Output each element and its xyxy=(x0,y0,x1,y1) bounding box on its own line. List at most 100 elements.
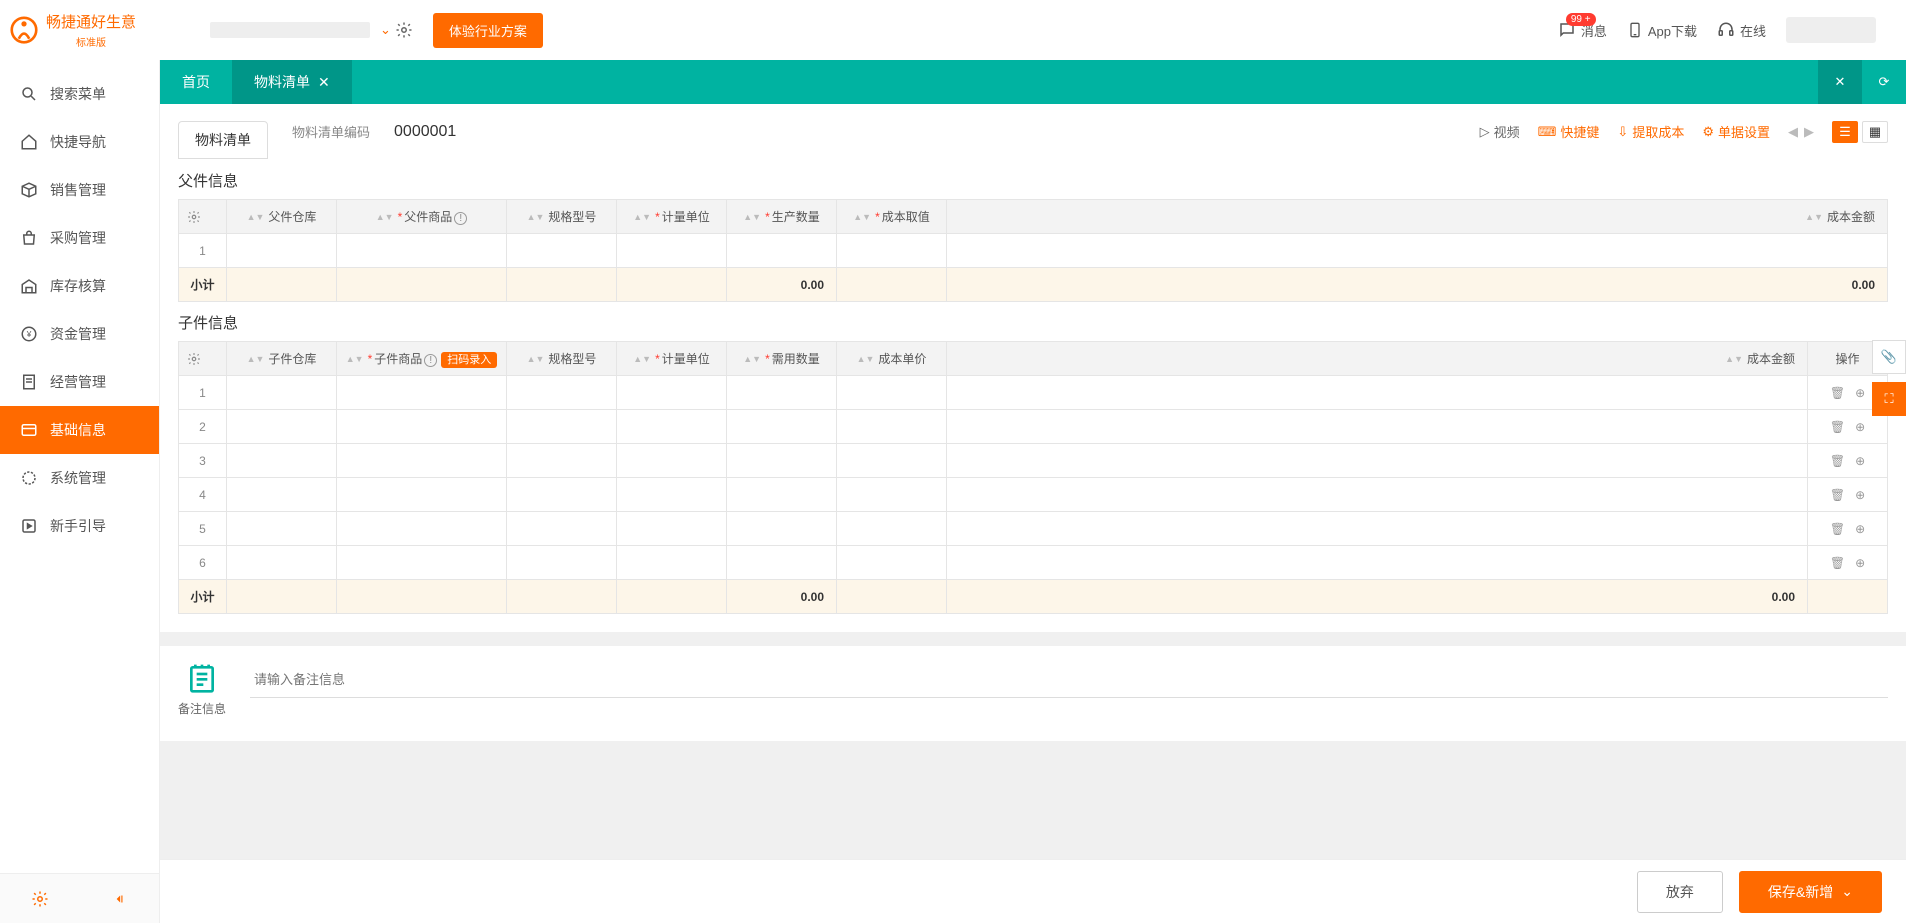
action-bar: 放弃 保存&新增⌄ xyxy=(160,859,1906,923)
table-row[interactable]: 5🗑⊕ xyxy=(179,512,1888,546)
tab-0[interactable]: 首页 xyxy=(160,60,232,104)
discard-button[interactable]: 放弃 xyxy=(1637,871,1723,913)
info-icon[interactable]: ! xyxy=(424,354,437,367)
extract-icon: ⇩ xyxy=(1617,124,1628,140)
sidebar-item-label: 系统管理 xyxy=(50,468,106,488)
sidebar-item-label: 销售管理 xyxy=(50,180,106,200)
keyboard-icon: ⌨ xyxy=(1538,124,1557,140)
delete-row-icon[interactable]: 🗑 xyxy=(1830,454,1845,468)
online-label: 在线 xyxy=(1740,21,1766,40)
app-download-label: App下载 xyxy=(1648,21,1697,40)
child-subtotal-amount: 0.00 xyxy=(947,580,1808,614)
video-help-button[interactable]: ▷视频 xyxy=(1480,122,1520,141)
extract-cost-button[interactable]: ⇩提取成本 xyxy=(1617,122,1684,141)
col-parent-product[interactable]: ▲▼*父件商品! xyxy=(337,200,507,234)
sidebar-settings-icon[interactable] xyxy=(31,890,49,908)
shortcut-button[interactable]: ⌨快捷键 xyxy=(1538,122,1600,141)
table-row[interactable]: 4🗑⊕ xyxy=(179,478,1888,512)
delete-row-icon[interactable]: 🗑 xyxy=(1830,556,1845,570)
sidebar-item-1[interactable]: 快捷导航 xyxy=(0,118,159,166)
col-child-qty[interactable]: ▲▼*需用数量 xyxy=(727,342,837,376)
notes-icon xyxy=(186,662,218,694)
gear-dashed-icon xyxy=(20,469,38,487)
doc-code-label: 物料清单编码 xyxy=(292,122,370,141)
org-selector[interactable]: ⌄ xyxy=(210,22,391,38)
prev-record-icon[interactable]: ◀ xyxy=(1788,124,1798,140)
online-support-button[interactable]: 在线 xyxy=(1717,21,1766,40)
delete-row-icon[interactable]: 🗑 xyxy=(1830,420,1845,434)
scan-input-tag[interactable]: 扫码录入 xyxy=(441,352,497,368)
sidebar-item-0[interactable]: 搜索菜单 xyxy=(0,70,159,118)
table-row[interactable]: 1 xyxy=(179,234,1888,268)
warehouse-icon xyxy=(20,277,38,295)
tab-1[interactable]: 物料清单✕ xyxy=(232,60,352,104)
refresh-tab-icon[interactable]: ⟳ xyxy=(1862,60,1906,104)
save-new-button[interactable]: 保存&新增⌄ xyxy=(1739,871,1882,913)
page-tab[interactable]: 物料清单 xyxy=(178,121,268,159)
sidebar-item-9[interactable]: 新手引导 xyxy=(0,502,159,550)
messages-button[interactable]: 99 + 消息 xyxy=(1558,21,1607,40)
col-gear[interactable] xyxy=(179,342,227,376)
sidebar-collapse-icon[interactable] xyxy=(110,892,128,906)
next-record-icon[interactable]: ▶ xyxy=(1804,124,1814,140)
col-parent-warehouse[interactable]: ▲▼父件仓库 xyxy=(227,200,337,234)
add-row-icon[interactable]: ⊕ xyxy=(1855,556,1865,570)
promo-button[interactable]: 体验行业方案 xyxy=(433,13,543,48)
sidebar-item-4[interactable]: 库存核算 xyxy=(0,262,159,310)
table-row[interactable]: 1🗑⊕ xyxy=(179,376,1888,410)
bag-icon xyxy=(20,229,38,247)
col-child-unit-cost[interactable]: ▲▼成本单价 xyxy=(837,342,947,376)
table-row[interactable]: 3🗑⊕ xyxy=(179,444,1888,478)
child-table: ▲▼子件仓库 ▲▼*子件商品!扫码录入 ▲▼规格型号 ▲▼*计量单位 ▲▼*需用… xyxy=(178,341,1888,614)
view-list-icon[interactable]: ☰ xyxy=(1832,121,1858,143)
money-icon: ¥ xyxy=(20,325,38,343)
col-child-warehouse[interactable]: ▲▼子件仓库 xyxy=(227,342,337,376)
col-parent-cost-amount[interactable]: ▲▼成本金额 xyxy=(947,200,1888,234)
delete-row-icon[interactable]: 🗑 xyxy=(1830,386,1845,400)
sidebar-item-6[interactable]: 经营管理 xyxy=(0,358,159,406)
col-child-unit[interactable]: ▲▼*计量单位 xyxy=(617,342,727,376)
attachment-icon[interactable]: 📎 xyxy=(1872,340,1906,374)
col-parent-qty[interactable]: ▲▼*生产数量 xyxy=(727,200,837,234)
sidebar-item-3[interactable]: 采购管理 xyxy=(0,214,159,262)
add-row-icon[interactable]: ⊕ xyxy=(1855,420,1865,434)
gear-icon: ⚙ xyxy=(1702,124,1714,140)
delete-row-icon[interactable]: 🗑 xyxy=(1830,488,1845,502)
sidebar-item-label: 新手引导 xyxy=(50,516,106,536)
col-parent-cost-fetch[interactable]: ▲▼*成本取值 xyxy=(837,200,947,234)
col-child-product[interactable]: ▲▼*子件商品!扫码录入 xyxy=(337,342,507,376)
sidebar-item-8[interactable]: 系统管理 xyxy=(0,454,159,502)
sidebar-item-2[interactable]: 销售管理 xyxy=(0,166,159,214)
col-parent-spec[interactable]: ▲▼规格型号 xyxy=(507,200,617,234)
expand-icon[interactable]: ⛶ xyxy=(1872,382,1906,416)
table-row[interactable]: 6🗑⊕ xyxy=(179,546,1888,580)
sidebar-item-5[interactable]: ¥ 资金管理 xyxy=(0,310,159,358)
doc-settings-button[interactable]: ⚙单据设置 xyxy=(1702,122,1770,141)
app-download-button[interactable]: App下载 xyxy=(1627,21,1697,40)
card-icon xyxy=(20,421,38,439)
sidebar-item-label: 资金管理 xyxy=(50,324,106,344)
close-all-tabs-icon[interactable]: ✕ xyxy=(1818,60,1862,104)
close-icon[interactable]: ✕ xyxy=(318,74,330,91)
col-child-spec[interactable]: ▲▼规格型号 xyxy=(507,342,617,376)
sidebar-item-7[interactable]: 基础信息 xyxy=(0,406,159,454)
delete-row-icon[interactable]: 🗑 xyxy=(1830,522,1845,536)
info-icon[interactable]: ! xyxy=(454,212,467,225)
add-row-icon[interactable]: ⊕ xyxy=(1855,454,1865,468)
brand-edition: 标准版 xyxy=(76,34,106,49)
remarks-input[interactable] xyxy=(250,662,1888,698)
add-row-icon[interactable]: ⊕ xyxy=(1855,386,1865,400)
box-icon xyxy=(20,181,38,199)
org-settings-icon[interactable] xyxy=(391,17,417,43)
view-grid-icon[interactable]: ▦ xyxy=(1862,121,1888,143)
sidebar-item-label: 经营管理 xyxy=(50,372,106,392)
add-row-icon[interactable]: ⊕ xyxy=(1855,522,1865,536)
add-row-icon[interactable]: ⊕ xyxy=(1855,488,1865,502)
sidebar-item-label: 搜索菜单 xyxy=(50,84,106,104)
col-child-cost-amount[interactable]: ▲▼成本金额 xyxy=(947,342,1808,376)
col-parent-unit[interactable]: ▲▼*计量单位 xyxy=(617,200,727,234)
user-avatar[interactable] xyxy=(1786,17,1876,43)
table-row[interactable]: 2🗑⊕ xyxy=(179,410,1888,444)
col-gear[interactable] xyxy=(179,200,227,234)
sidebar-item-label: 库存核算 xyxy=(50,276,106,296)
